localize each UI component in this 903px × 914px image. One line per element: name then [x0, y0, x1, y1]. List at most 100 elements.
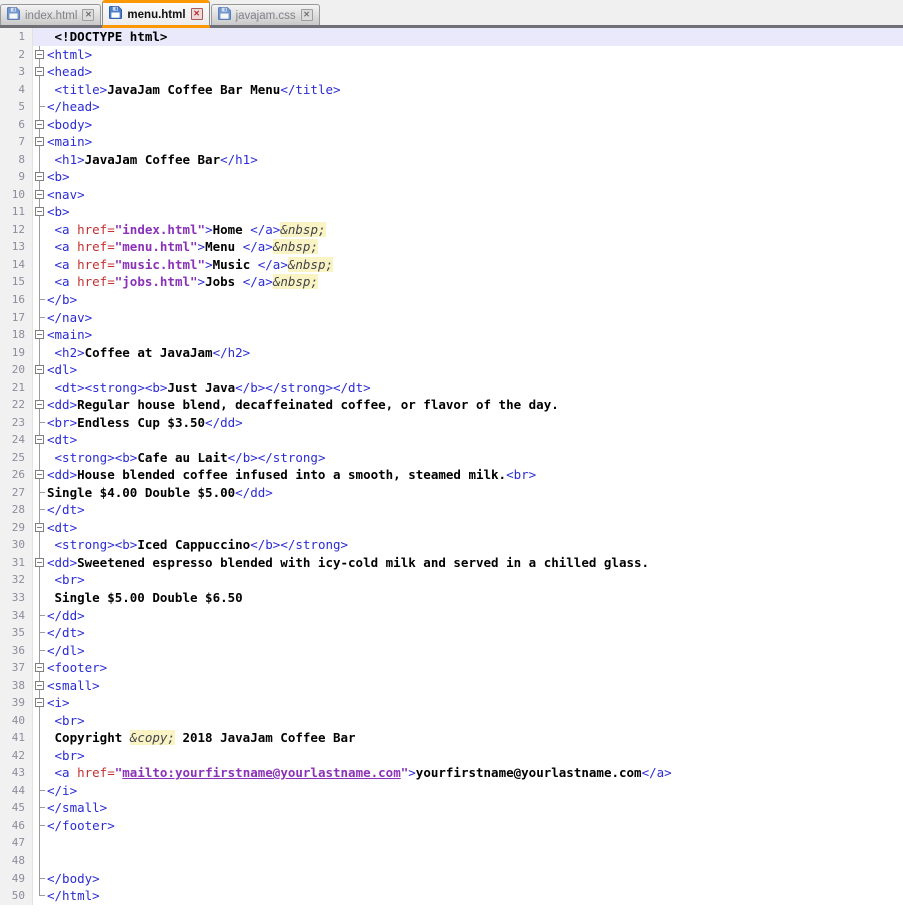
code-content[interactable]: </body>: [46, 870, 903, 888]
fold-marker[interactable]: [33, 518, 46, 537]
code-content[interactable]: <br>Endless Cup $3.50</dd>: [46, 414, 903, 432]
fold-collapse-box-icon[interactable]: [35, 119, 44, 129]
fold-collapse-box-icon[interactable]: [35, 172, 44, 182]
code-line[interactable]: 33 Single $5.00 Double $6.50: [0, 589, 903, 607]
code-line[interactable]: 46 </footer>: [0, 816, 903, 835]
tab-javajam.css[interactable]: javajam.css ✕: [210, 4, 320, 25]
code-line[interactable]: 15 <a href="jobs.html">Jobs </a>&nbsp;: [0, 273, 903, 291]
fold-collapse-box-icon[interactable]: [35, 137, 44, 147]
fold-marker[interactable]: [33, 203, 46, 221]
code-content[interactable]: </head>: [46, 98, 903, 116]
code-line[interactable]: 11 <b>: [0, 203, 903, 221]
code-content[interactable]: <a href="music.html">Music </a>&nbsp;: [46, 256, 903, 274]
code-content[interactable]: <a href="jobs.html">Jobs </a>&nbsp;: [46, 273, 903, 291]
code-line[interactable]: 16 </b>: [0, 290, 903, 309]
close-icon[interactable]: ✕: [300, 9, 313, 21]
code-content[interactable]: <!DOCTYPE html>: [46, 28, 903, 46]
code-content[interactable]: <strong><b>Cafe au Lait</b></strong>: [46, 449, 903, 467]
code-content[interactable]: <main>: [46, 133, 903, 151]
tab-menu.html[interactable]: menu.html ✕: [102, 0, 210, 28]
code-content[interactable]: <br>: [46, 747, 903, 765]
code-line[interactable]: 3 <head>: [0, 63, 903, 81]
code-content[interactable]: <dd>House blended coffee infused into a …: [46, 466, 903, 484]
code-line[interactable]: 45 </small>: [0, 799, 903, 817]
code-line[interactable]: 18 <main>: [0, 326, 903, 344]
fold-marker[interactable]: [33, 63, 46, 81]
code-content[interactable]: </dd>: [46, 607, 903, 625]
fold-marker[interactable]: [33, 185, 46, 204]
code-line[interactable]: 10 <nav>: [0, 185, 903, 204]
fold-marker[interactable]: [33, 553, 46, 572]
code-line[interactable]: 36 </dl>: [0, 641, 903, 660]
code-content[interactable]: <title>JavaJam Coffee Bar Menu</title>: [46, 81, 903, 99]
code-line[interactable]: 40 <br>: [0, 711, 903, 730]
code-line[interactable]: 47: [0, 834, 903, 852]
code-editor[interactable]: 1 <!DOCTYPE html> 2 <html> 3 <head> 4 <title>…: [0, 28, 903, 905]
fold-collapse-box-icon[interactable]: [35, 663, 44, 673]
fold-collapse-box-icon[interactable]: [35, 189, 44, 199]
code-content[interactable]: <h2>Coffee at JavaJam</h2>: [46, 344, 903, 362]
fold-collapse-box-icon[interactable]: [35, 49, 44, 59]
fold-collapse-box-icon[interactable]: [35, 67, 44, 77]
code-line[interactable]: 20 <dl>: [0, 361, 903, 379]
fold-collapse-box-icon[interactable]: [35, 680, 44, 690]
code-content[interactable]: <a href="index.html">Home </a>&nbsp;: [46, 221, 903, 239]
code-content[interactable]: <br>: [46, 712, 903, 730]
code-content[interactable]: <nav>: [46, 186, 903, 204]
code-line[interactable]: 7 <main>: [0, 133, 903, 151]
close-icon[interactable]: ✕: [82, 9, 95, 21]
code-content[interactable]: <body>: [46, 116, 903, 134]
code-line[interactable]: 35 </dt>: [0, 624, 903, 642]
code-content[interactable]: </dt>: [46, 624, 903, 642]
code-content[interactable]: <dt>: [46, 519, 903, 537]
code-content[interactable]: <b>: [46, 203, 903, 221]
fold-marker[interactable]: [33, 659, 46, 677]
code-line[interactable]: 26 <dd>House blended coffee infused into …: [0, 466, 903, 484]
fold-marker[interactable]: [33, 396, 46, 414]
code-line[interactable]: 19 <h2>Coffee at JavaJam</h2>: [0, 343, 903, 362]
code-line[interactable]: 41 Copyright &copy; 2018 JavaJam Coffee …: [0, 729, 903, 747]
code-content[interactable]: <strong><b>Iced Cappuccino</b></strong>: [46, 536, 903, 554]
code-content[interactable]: </i>: [46, 782, 903, 800]
code-line[interactable]: 4 <title>JavaJam Coffee Bar Menu</title>: [0, 80, 903, 99]
code-content[interactable]: Copyright &copy; 2018 JavaJam Coffee Bar: [46, 729, 903, 747]
fold-collapse-box-icon[interactable]: [35, 207, 44, 217]
code-line[interactable]: 1 <!DOCTYPE html>: [0, 28, 903, 46]
tab-index.html[interactable]: index.html ✕: [0, 4, 102, 25]
code-content[interactable]: <br>: [46, 571, 903, 589]
code-line[interactable]: 12 <a href="index.html">Home </a>&nbsp;: [0, 220, 903, 239]
code-content[interactable]: </footer>: [46, 817, 903, 835]
fold-collapse-box-icon[interactable]: [35, 435, 44, 445]
fold-collapse-box-icon[interactable]: [35, 698, 44, 708]
fold-marker[interactable]: [33, 694, 46, 712]
code-content[interactable]: <footer>: [46, 659, 903, 677]
code-line[interactable]: 23 <br>Endless Cup $3.50</dd>: [0, 413, 903, 432]
code-content[interactable]: </nav>: [46, 309, 903, 327]
fold-marker[interactable]: [33, 133, 46, 151]
code-content[interactable]: </html>: [46, 887, 903, 905]
code-content[interactable]: [46, 852, 903, 870]
code-content[interactable]: </dl>: [46, 642, 903, 660]
code-content[interactable]: <dt><strong><b>Just Java</b></strong></d…: [46, 379, 903, 397]
code-line[interactable]: 5 </head>: [0, 98, 903, 116]
code-content[interactable]: </b>: [46, 291, 903, 309]
fold-collapse-box-icon[interactable]: [35, 330, 44, 340]
code-content[interactable]: Single $5.00 Double $6.50: [46, 589, 903, 607]
code-line[interactable]: 14 <a href="music.html">Music </a>&nbsp;: [0, 255, 903, 274]
code-line[interactable]: 32 <br>: [0, 571, 903, 589]
code-line[interactable]: 34 </dd>: [0, 606, 903, 625]
fold-collapse-box-icon[interactable]: [35, 400, 44, 410]
code-line[interactable]: 44 </i>: [0, 781, 903, 800]
code-line[interactable]: 28 </dt>: [0, 501, 903, 519]
code-content[interactable]: <small>: [46, 677, 903, 695]
code-content[interactable]: </small>: [46, 799, 903, 817]
code-content[interactable]: </dt>: [46, 501, 903, 519]
code-line[interactable]: 39 <i>: [0, 694, 903, 712]
code-content[interactable]: <a href="menu.html">Menu </a>&nbsp;: [46, 238, 903, 256]
close-icon[interactable]: ✕: [190, 8, 203, 20]
code-line[interactable]: 31 <dd>Sweetened espresso blended with ic…: [0, 553, 903, 572]
fold-collapse-box-icon[interactable]: [35, 557, 44, 567]
fold-collapse-box-icon[interactable]: [35, 470, 44, 480]
code-line[interactable]: 9 <b>: [0, 168, 903, 186]
code-line[interactable]: 22 <dd>Regular house blend, decaffeinated…: [0, 396, 903, 414]
